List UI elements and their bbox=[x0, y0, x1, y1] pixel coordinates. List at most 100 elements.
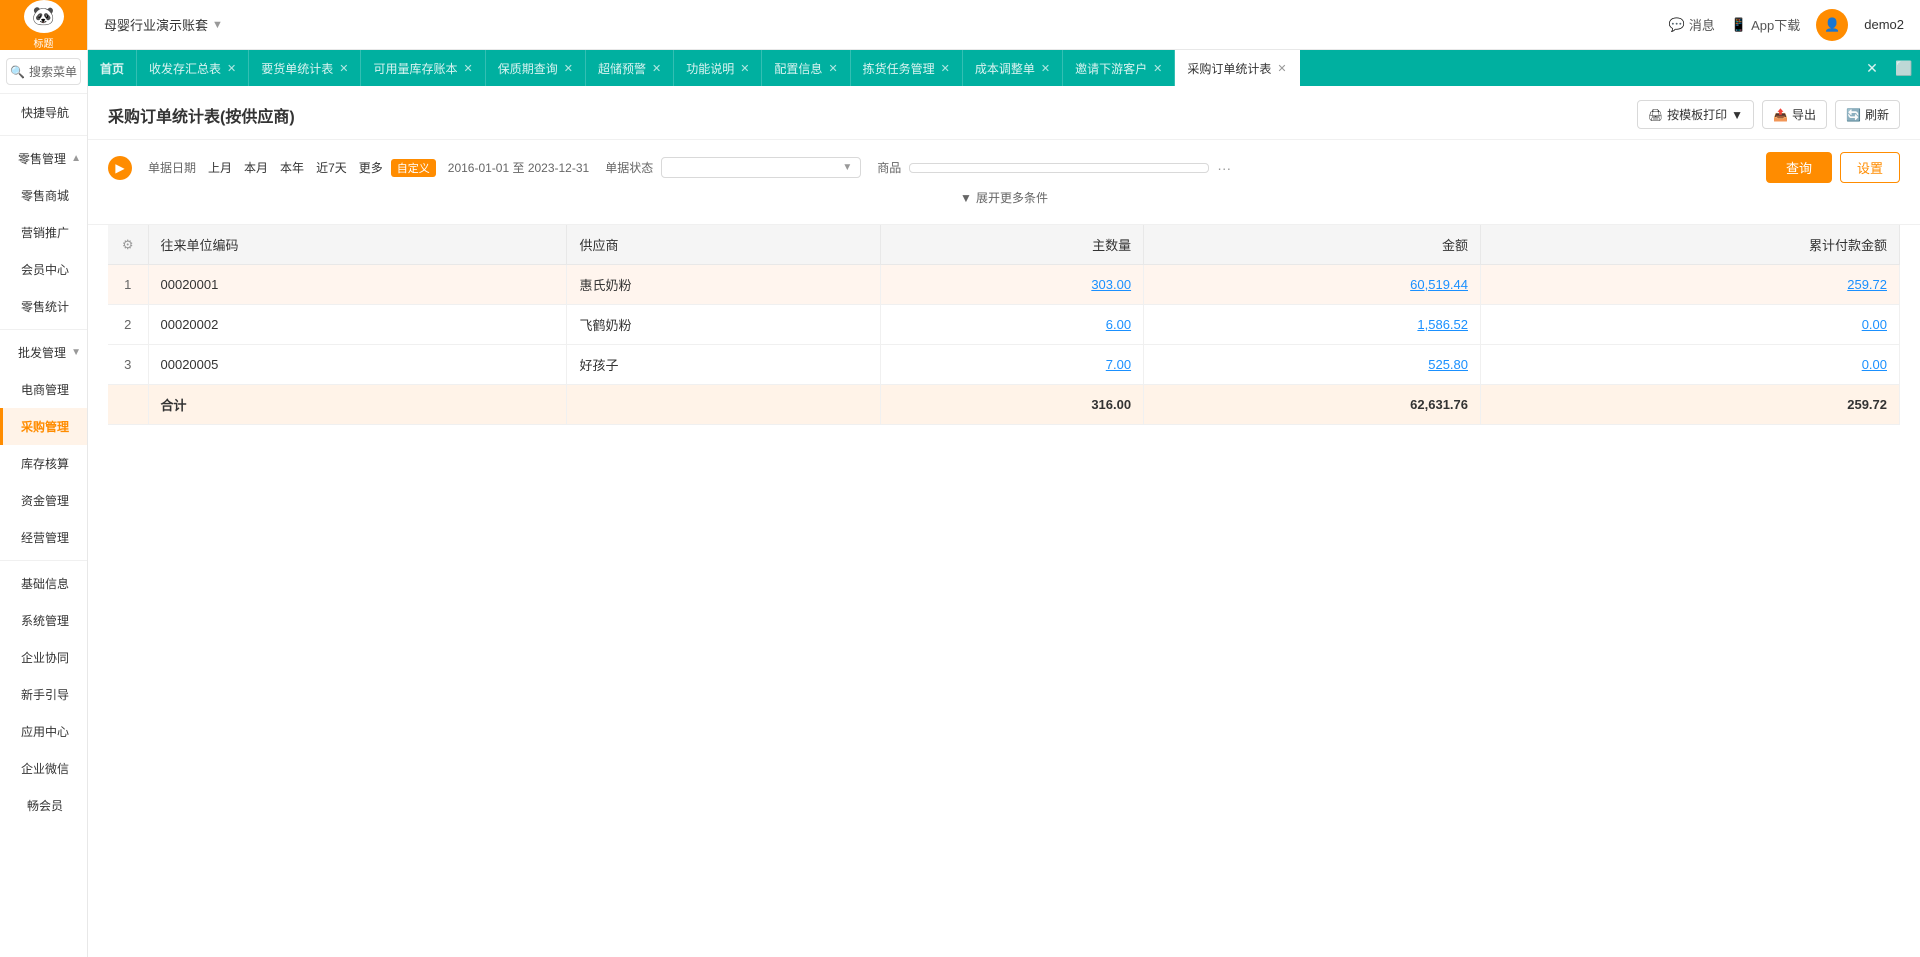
tab-close-icon[interactable]: ✕ bbox=[1277, 62, 1286, 75]
status-filter-group: 单据状态 ▼ bbox=[605, 157, 861, 178]
chevron-down-icon: ▼ bbox=[842, 162, 852, 173]
tab-invite-customer[interactable]: 邀请下游客户 ✕ bbox=[1063, 50, 1175, 86]
footer-empty bbox=[108, 385, 148, 425]
shortcut-this-month[interactable]: 本月 bbox=[240, 157, 272, 178]
sidebar-item-label: 零售商城 bbox=[21, 189, 69, 203]
sidebar-item-retail-stats[interactable]: 零售统计 bbox=[0, 288, 87, 325]
tab-close-icon[interactable]: ✕ bbox=[1041, 62, 1050, 75]
table-header: ⚙ 往来单位编码 供应商 主数量 金额 累计付款金额 bbox=[108, 225, 1900, 265]
restore-tab-button[interactable]: ⬜ bbox=[1888, 50, 1920, 86]
tab-close-icon[interactable]: ✕ bbox=[339, 62, 348, 75]
sidebar-item-app-center[interactable]: 应用中心 bbox=[0, 713, 87, 750]
table-row: 2 00020002 飞鹤奶粉 6.00 1,586.52 0.00 bbox=[108, 305, 1900, 345]
search-menu-button[interactable]: 🔍 搜索菜单 bbox=[6, 58, 81, 85]
expand-label: 展开更多条件 bbox=[976, 189, 1048, 206]
sidebar-item-wholesale[interactable]: 批发管理 ▼ bbox=[0, 334, 87, 371]
message-button[interactable]: 💬 消息 bbox=[1669, 15, 1715, 34]
settings-button[interactable]: 设置 bbox=[1840, 152, 1900, 183]
sidebar-item-label: 企业微信 bbox=[21, 762, 69, 776]
goods-input[interactable] bbox=[909, 163, 1209, 173]
row-qty: 303.00 bbox=[880, 265, 1143, 305]
tab-expiry-query[interactable]: 保质期查询 ✕ bbox=[486, 50, 586, 86]
sidebar-item-label: 新手引导 bbox=[21, 688, 69, 702]
tab-close-icon[interactable]: ✕ bbox=[227, 62, 236, 75]
tab-purchase-stats[interactable]: 采购订单统计表 ✕ bbox=[1175, 50, 1299, 86]
tab-close-icon[interactable]: ✕ bbox=[828, 62, 837, 75]
sidebar-item-inventory[interactable]: 库存核算 bbox=[0, 445, 87, 482]
sidebar-item-ecommerce[interactable]: 电商管理 bbox=[0, 371, 87, 408]
phone-icon: 📱 bbox=[1731, 17, 1747, 33]
row-index: 2 bbox=[108, 305, 148, 345]
shortcut-7-days[interactable]: 近7天 bbox=[312, 157, 351, 178]
tab-close-icon[interactable]: ✕ bbox=[464, 62, 473, 75]
tab-close-icon[interactable]: ✕ bbox=[1153, 62, 1162, 75]
date-filter-group: 单据日期 上月 本月 本年 近7天 更多 自定义 2016-01-01 至 20… bbox=[148, 157, 589, 178]
print-button[interactable]: 🖨 按模板打印 ▼ bbox=[1637, 100, 1754, 129]
tab-close-icon[interactable]: ✕ bbox=[740, 62, 749, 75]
chevron-down-icon: ▼ bbox=[1731, 108, 1743, 122]
sidebar-item-system[interactable]: 系统管理 bbox=[0, 602, 87, 639]
sidebar-item-new-guide[interactable]: 新手引导 bbox=[0, 676, 87, 713]
tab-close-icon[interactable]: ✕ bbox=[564, 62, 573, 75]
sidebar-item-finance[interactable]: 资金管理 bbox=[0, 482, 87, 519]
sidebar-item-marketing[interactable]: 营销推广 bbox=[0, 214, 87, 251]
close-tab-button[interactable]: ✕ bbox=[1856, 50, 1888, 86]
row-supplier: 惠氏奶粉 bbox=[567, 265, 880, 305]
username-label[interactable]: demo2 bbox=[1864, 17, 1904, 32]
export-button[interactable]: 📤 导出 bbox=[1762, 100, 1827, 129]
search-icon: 🔍 bbox=[10, 65, 25, 79]
tab-func-desc[interactable]: 功能说明 ✕ bbox=[674, 50, 762, 86]
tab-collect-pay[interactable]: 收发存汇总表 ✕ bbox=[137, 50, 249, 86]
sidebar-item-enterprise[interactable]: 企业协同 bbox=[0, 639, 87, 676]
topbar-left: 母婴行业演示账套 ▼ bbox=[104, 15, 223, 34]
refresh-button[interactable]: 🔄 刷新 bbox=[1835, 100, 1900, 129]
filter-toggle-button[interactable]: ▶ bbox=[108, 156, 132, 180]
date-custom-badge[interactable]: 自定义 bbox=[391, 159, 436, 177]
tab-label: 可用量库存账本 bbox=[373, 60, 457, 77]
row-supplier: 飞鹤奶粉 bbox=[567, 305, 880, 345]
tab-inventory-book[interactable]: 可用量库存账本 ✕ bbox=[361, 50, 485, 86]
refresh-icon: 🔄 bbox=[1846, 108, 1861, 122]
status-select[interactable]: ▼ bbox=[661, 157, 861, 178]
sidebar-item-retail[interactable]: 零售管理 ▲ bbox=[0, 140, 87, 177]
tab-home[interactable]: 首页 bbox=[88, 50, 137, 86]
tab-close-icon[interactable]: ✕ bbox=[941, 62, 950, 75]
expand-row: ▼ 展开更多条件 bbox=[108, 183, 1900, 212]
sidebar-item-enterprise-wechat[interactable]: 企业微信 bbox=[0, 750, 87, 787]
table-area: ⚙ 往来单位编码 供应商 主数量 金额 累计付款金额 1 00020001 惠氏… bbox=[88, 225, 1920, 445]
tab-cost-adjust[interactable]: 成本调整单 ✕ bbox=[963, 50, 1063, 86]
shortcut-last-month[interactable]: 上月 bbox=[204, 157, 236, 178]
more-options-icon[interactable]: ··· bbox=[1217, 160, 1231, 176]
sidebar-item-quick-nav[interactable]: 快捷导航 bbox=[0, 94, 87, 131]
query-button[interactable]: 查询 bbox=[1766, 152, 1832, 183]
chevron-down-icon: ▼ bbox=[71, 347, 81, 358]
app-logo[interactable]: 🐼 标题 bbox=[0, 0, 87, 50]
sidebar-item-basic-info[interactable]: 基础信息 bbox=[0, 565, 87, 602]
table-body: 1 00020001 惠氏奶粉 303.00 60,519.44 259.72 … bbox=[108, 265, 1900, 385]
footer-label: 合计 bbox=[148, 385, 567, 425]
sidebar-item-label: 批发管理 bbox=[13, 344, 71, 361]
tab-overstock-warn[interactable]: 超储预警 ✕ bbox=[586, 50, 674, 86]
sidebar-item-member[interactable]: 会员中心 bbox=[0, 251, 87, 288]
sidebar-item-operation[interactable]: 经营管理 bbox=[0, 519, 87, 556]
app-download-button[interactable]: 📱 App下载 bbox=[1731, 15, 1800, 34]
tab-order-stats[interactable]: 要货单统计表 ✕ bbox=[249, 50, 361, 86]
sidebar-item-purchase[interactable]: 采购管理 bbox=[0, 408, 87, 445]
sidebar-item-label: 零售管理 bbox=[13, 150, 71, 167]
account-dropdown[interactable]: 母婴行业演示账套 ▼ bbox=[104, 15, 223, 34]
sidebar-item-vip[interactable]: 畅会员 bbox=[0, 787, 87, 824]
sidebar-item-retail-shop[interactable]: 零售商城 bbox=[0, 177, 87, 214]
row-code: 00020005 bbox=[148, 345, 567, 385]
shortcut-this-year[interactable]: 本年 bbox=[276, 157, 308, 178]
tab-pick-task[interactable]: 拣货任务管理 ✕ bbox=[851, 50, 963, 86]
tab-label: 拣货任务管理 bbox=[863, 60, 935, 77]
shortcut-more[interactable]: 更多 bbox=[355, 157, 387, 178]
expand-more-button[interactable]: ▼ 展开更多条件 bbox=[960, 189, 1048, 206]
sidebar-divider-3 bbox=[0, 560, 87, 561]
tabbar-actions: ✕ ⬜ bbox=[1856, 50, 1920, 86]
goods-label: 商品 bbox=[877, 159, 901, 176]
tab-close-icon[interactable]: ✕ bbox=[652, 62, 661, 75]
col-settings[interactable]: ⚙ bbox=[108, 225, 148, 265]
tab-config-info[interactable]: 配置信息 ✕ bbox=[762, 50, 850, 86]
sidebar-item-label: 电商管理 bbox=[21, 383, 69, 397]
